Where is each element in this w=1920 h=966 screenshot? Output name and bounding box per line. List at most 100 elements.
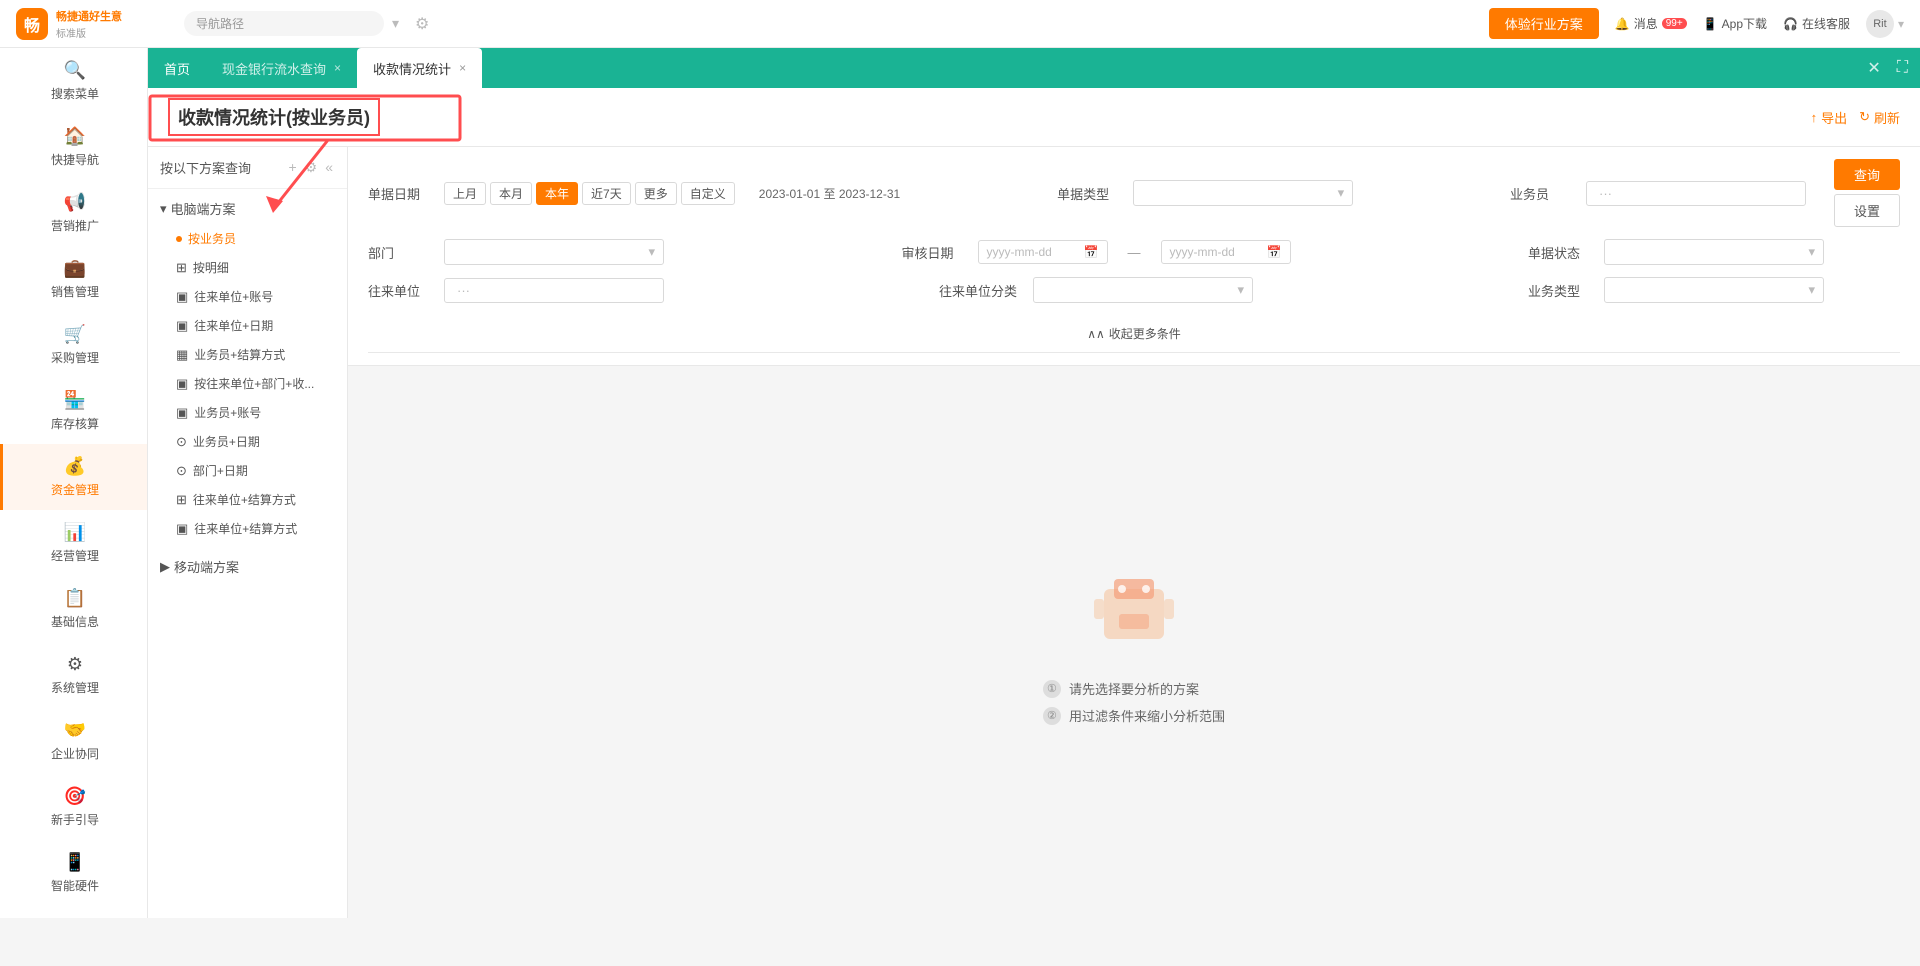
tab-bank[interactable]: 现金银行流水查询 × <box>206 48 357 88</box>
scheme-item-label-6: 业务员+账号 <box>194 404 261 421</box>
sidebar-label-system: 系统管理 <box>51 679 99 696</box>
tab-bar: 首页 现金银行流水查询 × 收款情况统计 × ✕ ⛶ <box>148 48 1920 88</box>
marketing-icon: 📢 <box>64 192 86 213</box>
sidebar-label-quicknav: 快捷导航 <box>51 151 99 168</box>
filter-row-1: 单据日期 上月 本月 本年 近7天 更多 自定义 2023-01-01 至 20… <box>368 159 1900 227</box>
scheme-item-label-4: 业务员+结算方式 <box>194 346 285 363</box>
set-button[interactable]: 设置 <box>1834 194 1900 227</box>
scheme-add-btn[interactable]: + <box>286 157 298 178</box>
salesman-select[interactable]: ··· <box>1586 181 1806 206</box>
gear-icon[interactable]: ⚙ <box>415 14 429 34</box>
sidebar-item-purchase[interactable]: 🛒 采购管理 <box>0 312 147 378</box>
review-date-end[interactable]: yyyy-mm-dd 📅 <box>1161 240 1291 264</box>
sidebar-item-hardware[interactable]: 📱 智能硬件 <box>0 840 147 906</box>
scheme-item-partner-account[interactable]: ▣ 往来单位+账号 <box>148 282 347 311</box>
review-end-placeholder: yyyy-mm-dd <box>1170 245 1235 259</box>
enterprise-icon: 🤝 <box>64 720 86 741</box>
calendar-end-icon[interactable]: 📅 <box>1267 245 1282 259</box>
scheme-collapse-btn[interactable]: « <box>323 157 335 178</box>
mobile-group-header[interactable]: ▶ 移动端方案 <box>148 551 347 582</box>
date-btn-this-year[interactable]: 本年 <box>536 182 578 205</box>
app-download-action[interactable]: 📱 App下载 <box>1703 15 1767 32</box>
desktop-group-header[interactable]: ▾ 电脑端方案 <box>148 193 347 224</box>
operations-icon: 📊 <box>64 522 86 543</box>
date-btn-more[interactable]: 更多 <box>635 182 677 205</box>
scheme-item-salesman-settle[interactable]: ▦ 业务员+结算方式 <box>148 340 347 369</box>
scheme-item-by-salesman[interactable]: 按业务员 <box>148 224 347 253</box>
basic-icon: 📋 <box>64 588 86 609</box>
scheme-item-by-details[interactable]: ⊞ 按明细 <box>148 253 347 282</box>
user-avatar[interactable]: Rit ▾ <box>1866 10 1904 38</box>
sidebar-label-operations: 经营管理 <box>51 547 99 564</box>
partner-dots[interactable]: ··· <box>457 283 470 298</box>
home-icon: 🏠 <box>64 126 86 147</box>
sidebar-item-guide[interactable]: 🎯 新手引导 <box>0 774 147 840</box>
sidebar-item-system[interactable]: ⚙ 系统管理 <box>0 642 147 708</box>
sidebar-item-search[interactable]: 🔍 搜索菜单 <box>0 48 147 114</box>
search-icon: 🔍 <box>64 60 86 81</box>
scheme-item-partner-date[interactable]: ▣ 往来单位+日期 <box>148 311 347 340</box>
date-btn-7days[interactable]: 近7天 <box>582 182 631 205</box>
scheme-item-partner-dept[interactable]: ▣ 按往来单位+部门+收... <box>148 369 347 398</box>
partner-select[interactable]: ··· <box>444 278 664 303</box>
scheme-item-partner-settle1[interactable]: ⊞ 往来单位+结算方式 <box>148 485 347 514</box>
sidebar-item-weixin[interactable]: 💬 企业微信 <box>0 906 147 918</box>
messages-badge: 99+ <box>1662 18 1687 29</box>
sidebar-item-basic[interactable]: 📋 基础信息 <box>0 576 147 642</box>
doc-type-arrow: ▾ <box>1338 185 1345 201</box>
tab-bank-close[interactable]: × <box>334 62 341 74</box>
scheme-item-salesman-account[interactable]: ▣ 业务员+账号 <box>148 398 347 427</box>
top-nav: 导航路径 ▾ ⚙ <box>164 11 1489 36</box>
tab-bar-right: ✕ ⛶ <box>1863 54 1920 82</box>
trial-button[interactable]: 体验行业方案 <box>1489 8 1599 39</box>
logo-name: 畅捷通好生意 <box>56 8 122 24</box>
query-set-btns: 查询 设置 <box>1834 159 1900 227</box>
salesman-dots[interactable]: ··· <box>1599 186 1612 201</box>
scheme-item-dept-date[interactable]: ⊙ 部门+日期 <box>148 456 347 485</box>
desktop-group-label: 电脑端方案 <box>171 199 236 218</box>
dept-select[interactable]: ▾ <box>444 239 664 265</box>
nav-dropdown-icon[interactable]: ▾ <box>392 15 399 32</box>
sidebar-item-operations[interactable]: 📊 经营管理 <box>0 510 147 576</box>
sidebar-label-search: 搜索菜单 <box>51 85 99 102</box>
date-btn-custom[interactable]: 自定义 <box>681 182 735 205</box>
tab-home[interactable]: 首页 <box>148 48 206 88</box>
desktop-scheme-group: ▾ 电脑端方案 按业务员 ⊞ 按明细 ▣ 往来单位+账号 <box>148 189 347 547</box>
sidebar-item-sales[interactable]: 💼 销售管理 <box>0 246 147 312</box>
main-layout: 🔍 搜索菜单 🏠 快捷导航 📢 营销推广 💼 销售管理 🛒 采购管理 🏪 库存核… <box>0 48 1920 918</box>
export-button[interactable]: ↑ 导出 <box>1811 108 1848 127</box>
sidebar-label-hardware: 智能硬件 <box>51 877 99 894</box>
online-service-action[interactable]: 🎧 在线客服 <box>1783 15 1850 32</box>
review-date-start[interactable]: yyyy-mm-dd 📅 <box>978 240 1108 264</box>
sidebar-item-marketing[interactable]: 📢 营销推广 <box>0 180 147 246</box>
grid-icon-5: ▣ <box>176 376 188 392</box>
scheme-panel: 按以下方案查询 + ⚙ « ▾ 电脑端方案 按业务员 <box>148 147 348 918</box>
system-icon: ⚙ <box>67 654 83 675</box>
sidebar-item-quicknav[interactable]: 🏠 快捷导航 <box>0 114 147 180</box>
partner-category-select[interactable]: ▾ <box>1033 277 1253 303</box>
scheme-item-salesman-date[interactable]: ⊙ 业务员+日期 <box>148 427 347 456</box>
refresh-button[interactable]: ↻ 刷新 <box>1859 108 1900 127</box>
biz-type-select[interactable]: ▾ <box>1604 277 1824 303</box>
doc-type-select[interactable]: ▾ <box>1133 180 1353 206</box>
sidebar-item-inventory[interactable]: 🏪 库存核算 <box>0 378 147 444</box>
sidebar-item-enterprise[interactable]: 🤝 企业协同 <box>0 708 147 774</box>
query-button[interactable]: 查询 <box>1834 159 1900 190</box>
empty-robot-icon <box>1084 559 1184 659</box>
messages-action[interactable]: 🔔 消息 99+ <box>1615 15 1687 32</box>
tip-num-1: ① <box>1043 680 1061 698</box>
scheme-item-partner-settle2[interactable]: ▣ 往来单位+结算方式 <box>148 514 347 543</box>
collapse-more-btn[interactable]: ∧∧ 收起更多条件 <box>368 315 1900 353</box>
partner-label: 往来单位 <box>368 281 428 300</box>
calendar-start-icon[interactable]: 📅 <box>1084 245 1099 259</box>
date-btn-last-month[interactable]: 上月 <box>444 182 486 205</box>
tab-close-btn[interactable]: ✕ <box>1863 54 1884 82</box>
scheme-settings-btn[interactable]: ⚙ <box>303 157 320 178</box>
review-date-label: 审核日期 <box>902 243 962 262</box>
tab-maximize-btn[interactable]: ⛶ <box>1893 55 1912 81</box>
sidebar-item-finance[interactable]: 💰 资金管理 <box>0 444 147 510</box>
date-btn-this-month[interactable]: 本月 <box>490 182 532 205</box>
tab-collection[interactable]: 收款情况统计 × <box>357 48 482 88</box>
tab-collection-close[interactable]: × <box>459 62 466 74</box>
doc-status-select[interactable]: ▾ <box>1604 239 1824 265</box>
